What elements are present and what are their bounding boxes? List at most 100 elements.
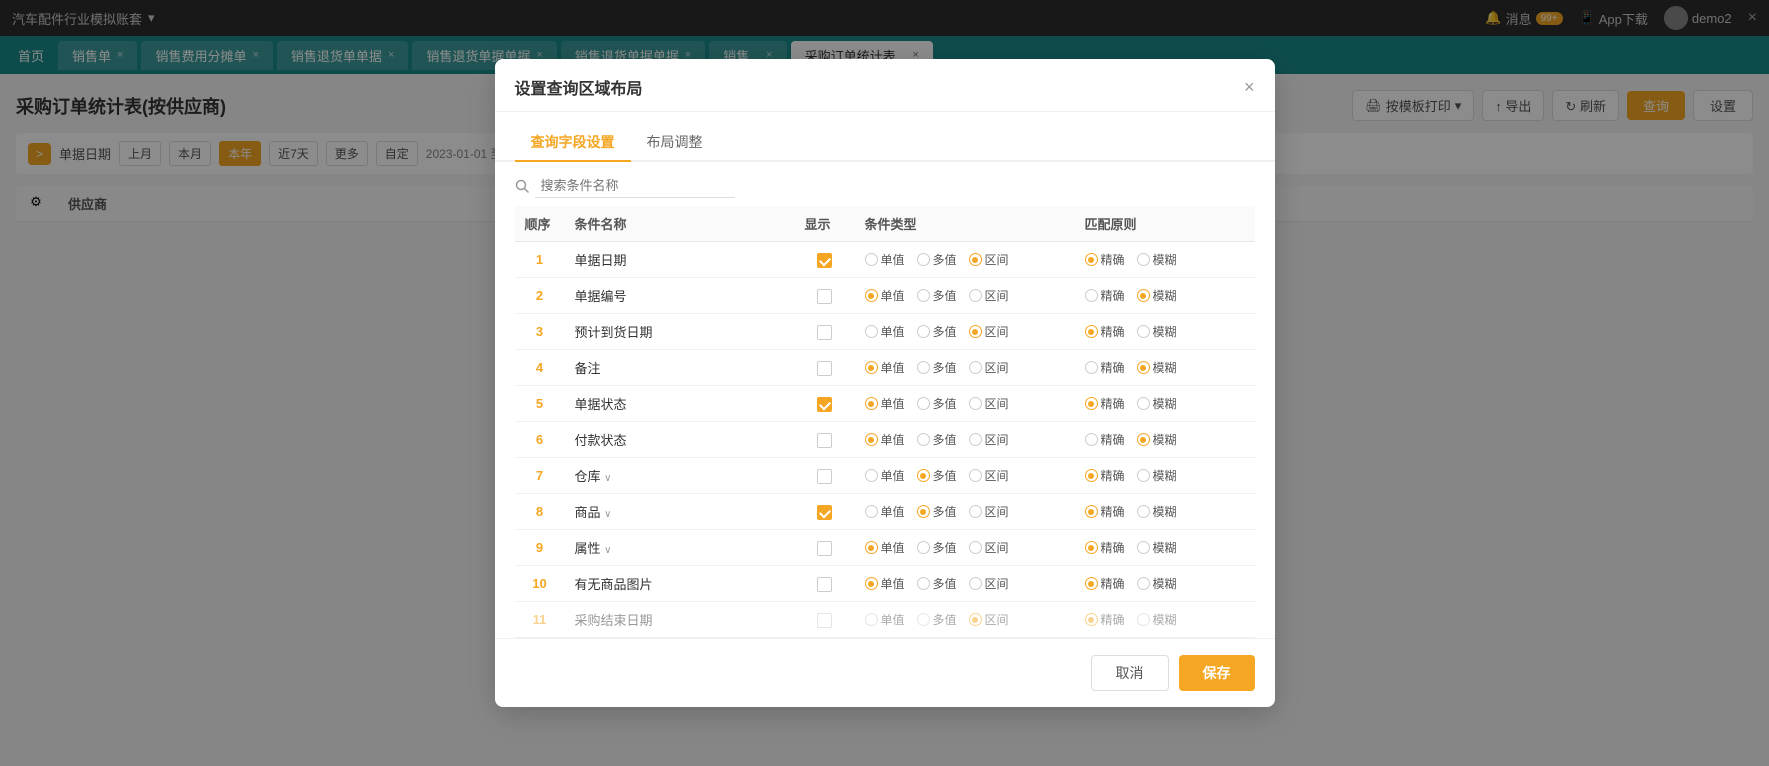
type-radio-item[interactable]: 多值 bbox=[917, 539, 957, 556]
match-radio-item[interactable]: 模糊 bbox=[1137, 575, 1177, 592]
type-radio-item[interactable]: 单值 bbox=[865, 503, 905, 520]
show-checkbox[interactable] bbox=[817, 541, 832, 556]
show-checkbox[interactable] bbox=[817, 433, 832, 448]
match-radio-item[interactable]: 精确 bbox=[1085, 359, 1125, 376]
cell-show[interactable] bbox=[795, 278, 855, 314]
match-radio-item[interactable]: 精确 bbox=[1085, 287, 1125, 304]
type-radio-item[interactable]: 多值 bbox=[917, 467, 957, 484]
match-radio-item[interactable]: 精确 bbox=[1085, 467, 1125, 484]
match-radio-item[interactable]: 模糊 bbox=[1137, 611, 1177, 628]
show-checkbox[interactable] bbox=[817, 505, 832, 520]
cell-show[interactable] bbox=[795, 386, 855, 422]
cell-show[interactable] bbox=[795, 566, 855, 602]
type-radio-item[interactable]: 区间 bbox=[969, 503, 1009, 520]
table-row: 11采购结束日期单值多值区间精确模糊 bbox=[515, 602, 1255, 638]
type-radio-item[interactable]: 区间 bbox=[969, 395, 1009, 412]
radio-label: 精确 bbox=[1101, 467, 1125, 484]
match-radio-item[interactable]: 模糊 bbox=[1137, 467, 1177, 484]
match-radio-item[interactable]: 精确 bbox=[1085, 539, 1125, 556]
type-radio-item[interactable]: 区间 bbox=[969, 251, 1009, 268]
cell-show[interactable] bbox=[795, 458, 855, 494]
type-radio-item[interactable]: 单值 bbox=[865, 323, 905, 340]
type-radio-item[interactable]: 单值 bbox=[865, 287, 905, 304]
radio-label: 多值 bbox=[933, 431, 957, 448]
type-radio-item[interactable]: 区间 bbox=[969, 611, 1009, 628]
radio-label: 精确 bbox=[1101, 359, 1125, 376]
cell-show[interactable] bbox=[795, 350, 855, 386]
match-radio-item[interactable]: 模糊 bbox=[1137, 503, 1177, 520]
radio-label: 单值 bbox=[881, 575, 905, 592]
cell-show[interactable] bbox=[795, 242, 855, 278]
radio-circle bbox=[917, 433, 930, 446]
tab-query-fields[interactable]: 查询字段设置 bbox=[515, 124, 631, 162]
match-radio-item[interactable]: 模糊 bbox=[1137, 251, 1177, 268]
type-radio-item[interactable]: 多值 bbox=[917, 359, 957, 376]
cell-show[interactable] bbox=[795, 602, 855, 638]
match-radio-item[interactable]: 精确 bbox=[1085, 575, 1125, 592]
modal-close-btn[interactable]: × bbox=[1244, 78, 1255, 96]
type-radio-item[interactable]: 多值 bbox=[917, 395, 957, 412]
radio-circle bbox=[1085, 433, 1098, 446]
match-radio-item[interactable]: 精确 bbox=[1085, 431, 1125, 448]
show-checkbox[interactable] bbox=[817, 325, 832, 340]
show-checkbox[interactable] bbox=[817, 613, 832, 628]
cell-show[interactable] bbox=[795, 422, 855, 458]
match-radio-item[interactable]: 模糊 bbox=[1137, 395, 1177, 412]
match-radio-item[interactable]: 精确 bbox=[1085, 395, 1125, 412]
match-radio-item[interactable]: 模糊 bbox=[1137, 287, 1177, 304]
cancel-btn[interactable]: 取消 bbox=[1091, 655, 1169, 691]
type-radio-item[interactable]: 区间 bbox=[969, 287, 1009, 304]
match-radio-item[interactable]: 精确 bbox=[1085, 251, 1125, 268]
type-radio-item[interactable]: 区间 bbox=[969, 359, 1009, 376]
type-radio-item[interactable]: 多值 bbox=[917, 611, 957, 628]
show-checkbox[interactable] bbox=[817, 361, 832, 376]
show-checkbox[interactable] bbox=[817, 469, 832, 484]
radio-circle bbox=[1085, 325, 1098, 338]
cell-type: 单值多值区间 bbox=[855, 386, 1075, 422]
show-checkbox[interactable] bbox=[817, 577, 832, 592]
cell-show[interactable] bbox=[795, 494, 855, 530]
type-radio-item[interactable]: 单值 bbox=[865, 395, 905, 412]
type-radio-item[interactable]: 区间 bbox=[969, 431, 1009, 448]
type-radio-item[interactable]: 单值 bbox=[865, 467, 905, 484]
radio-circle bbox=[1137, 361, 1150, 374]
match-radio-item[interactable]: 精确 bbox=[1085, 503, 1125, 520]
modal-overlay[interactable]: 设置查询区域布局 × 查询字段设置 布局调整 顺 bbox=[0, 0, 1769, 766]
search-input[interactable] bbox=[535, 174, 735, 198]
type-radio-item[interactable]: 单值 bbox=[865, 539, 905, 556]
radio-circle bbox=[1085, 469, 1098, 482]
match-radio-item[interactable]: 模糊 bbox=[1137, 323, 1177, 340]
match-radio-item[interactable]: 精确 bbox=[1085, 323, 1125, 340]
match-radio-item[interactable]: 模糊 bbox=[1137, 539, 1177, 556]
match-radio-item[interactable]: 精确 bbox=[1085, 611, 1125, 628]
tab-layout-adjust[interactable]: 布局调整 bbox=[631, 124, 719, 162]
type-radio-item[interactable]: 单值 bbox=[865, 251, 905, 268]
type-radio-item[interactable]: 区间 bbox=[969, 575, 1009, 592]
type-radio-item[interactable]: 多值 bbox=[917, 323, 957, 340]
type-radio-item[interactable]: 多值 bbox=[917, 503, 957, 520]
type-radio-item[interactable]: 多值 bbox=[917, 575, 957, 592]
radio-label: 多值 bbox=[933, 575, 957, 592]
type-radio-item[interactable]: 多值 bbox=[917, 287, 957, 304]
show-checkbox[interactable] bbox=[817, 289, 832, 304]
cell-show[interactable] bbox=[795, 314, 855, 350]
show-checkbox[interactable] bbox=[817, 397, 832, 412]
type-radio-item[interactable]: 单值 bbox=[865, 575, 905, 592]
type-radio-item[interactable]: 单值 bbox=[865, 431, 905, 448]
type-radio-item[interactable]: 单值 bbox=[865, 359, 905, 376]
type-radio-item[interactable]: 多值 bbox=[917, 251, 957, 268]
type-radio-item[interactable]: 多值 bbox=[917, 431, 957, 448]
cell-show[interactable] bbox=[795, 530, 855, 566]
radio-circle bbox=[1085, 361, 1098, 374]
radio-label: 单值 bbox=[881, 323, 905, 340]
show-checkbox[interactable] bbox=[817, 253, 832, 268]
save-btn[interactable]: 保存 bbox=[1179, 655, 1255, 691]
radio-label: 多值 bbox=[933, 611, 957, 628]
type-radio-item[interactable]: 单值 bbox=[865, 611, 905, 628]
type-radio-item[interactable]: 区间 bbox=[969, 323, 1009, 340]
type-radio-item[interactable]: 区间 bbox=[969, 539, 1009, 556]
cell-order: 8 bbox=[515, 494, 565, 530]
type-radio-item[interactable]: 区间 bbox=[969, 467, 1009, 484]
match-radio-item[interactable]: 模糊 bbox=[1137, 431, 1177, 448]
match-radio-item[interactable]: 模糊 bbox=[1137, 359, 1177, 376]
